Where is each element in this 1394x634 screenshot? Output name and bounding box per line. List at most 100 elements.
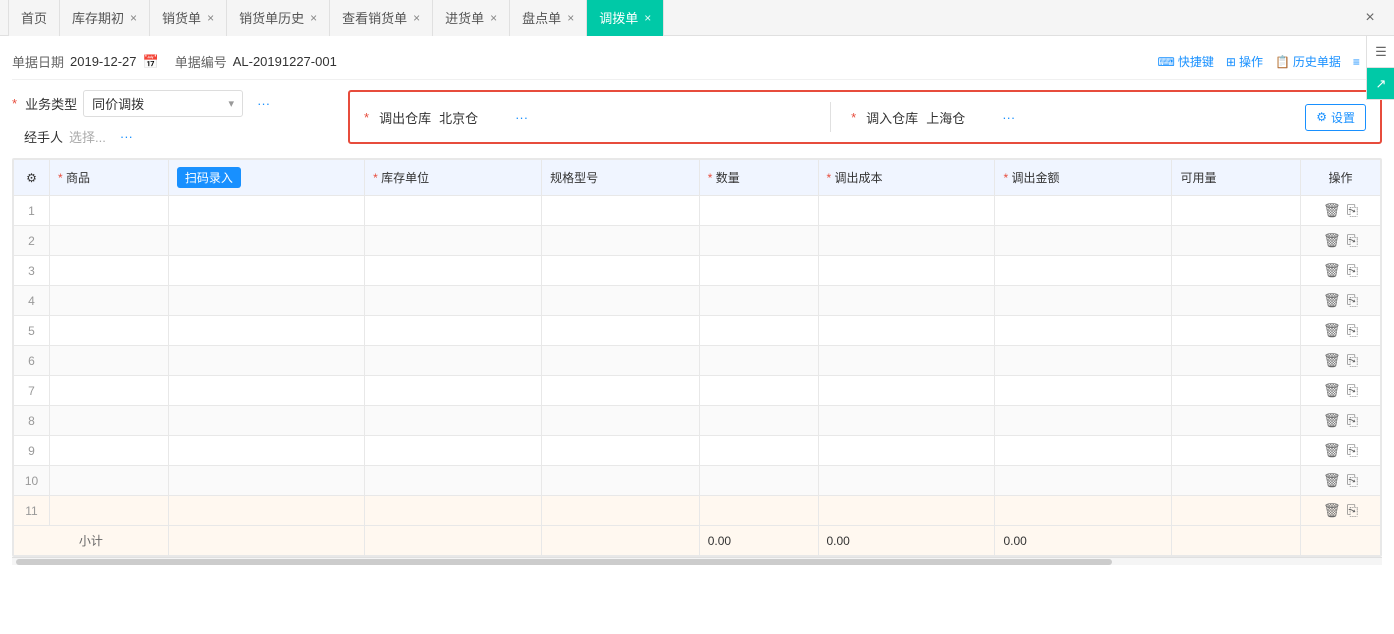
unit-cell[interactable] (365, 226, 542, 256)
spec-cell[interactable] (542, 406, 700, 436)
tab-inventory-init[interactable]: 库存期初 × (60, 0, 150, 36)
unit-cell[interactable] (365, 346, 542, 376)
copy-icon[interactable]: ⎘ (1347, 442, 1358, 459)
tab-sales-history[interactable]: 销货单历史 × (227, 0, 330, 36)
quantity-cell[interactable] (699, 256, 818, 286)
copy-icon[interactable]: ⎘ (1347, 502, 1358, 519)
unit-cell[interactable] (365, 436, 542, 466)
amount-cell[interactable] (995, 466, 1172, 496)
business-type-select[interactable]: 同价调拨 ▾ (83, 90, 243, 117)
business-type-more[interactable]: ··· (257, 96, 270, 111)
product-cell[interactable] (50, 346, 169, 376)
product-cell[interactable] (50, 226, 169, 256)
amount-cell[interactable] (995, 256, 1172, 286)
quantity-cell[interactable] (699, 346, 818, 376)
unit-cell[interactable] (365, 406, 542, 436)
quantity-cell[interactable] (699, 316, 818, 346)
spec-cell[interactable] (542, 286, 700, 316)
quantity-cell[interactable] (699, 196, 818, 226)
product-cell[interactable] (50, 196, 169, 226)
product-cell[interactable] (50, 436, 169, 466)
layout-list-button[interactable]: ≡ (1353, 55, 1360, 69)
product-cell[interactable] (50, 286, 169, 316)
col-settings[interactable]: ⚙ (14, 160, 50, 196)
amount-cell[interactable] (995, 226, 1172, 256)
quantity-cell[interactable] (699, 376, 818, 406)
spec-cell[interactable] (542, 376, 700, 406)
delete-icon[interactable]: 🗑 (1323, 232, 1341, 249)
amount-cell-11[interactable] (995, 496, 1172, 526)
copy-icon[interactable]: ⎘ (1347, 472, 1358, 489)
amount-cell[interactable] (995, 286, 1172, 316)
cost-cell[interactable] (818, 196, 995, 226)
quantity-cell[interactable] (699, 406, 818, 436)
product-cell[interactable] (50, 466, 169, 496)
delete-icon[interactable]: 🗑 (1323, 202, 1341, 219)
delete-icon[interactable]: 🗑 (1323, 442, 1341, 459)
panel-export-icon[interactable]: ↗ (1367, 68, 1394, 100)
history-button[interactable]: 📋 历史单据 (1275, 53, 1341, 70)
cost-cell[interactable] (818, 436, 995, 466)
tab-stocktake-close[interactable]: × (567, 11, 574, 25)
delete-icon[interactable]: 🗑 (1323, 292, 1341, 309)
copy-icon[interactable]: ⎘ (1347, 262, 1358, 279)
unit-cell[interactable] (365, 376, 542, 406)
tab-transfer[interactable]: 调拨单 × (587, 0, 664, 36)
cost-cell[interactable] (818, 226, 995, 256)
settings-button[interactable]: ⚙ 设置 (1305, 104, 1366, 131)
delete-icon[interactable]: 🗑 (1323, 352, 1341, 369)
spec-cell[interactable] (542, 196, 700, 226)
cost-cell-11[interactable] (818, 496, 995, 526)
amount-cell[interactable] (995, 436, 1172, 466)
window-close-button[interactable]: × (1354, 2, 1386, 34)
delete-icon[interactable]: 🗑 (1323, 502, 1341, 519)
tab-home[interactable]: 首页 (8, 0, 60, 36)
copy-icon[interactable]: ⎘ (1347, 352, 1358, 369)
tab-view-sales-close[interactable]: × (413, 11, 420, 25)
spec-cell[interactable] (542, 316, 700, 346)
amount-cell[interactable] (995, 376, 1172, 406)
product-cell[interactable] (50, 376, 169, 406)
copy-icon[interactable]: ⎘ (1347, 202, 1358, 219)
product-cell[interactable] (50, 256, 169, 286)
amount-cell[interactable] (995, 316, 1172, 346)
shortcut-button[interactable]: ⌨ 快捷键 (1158, 53, 1214, 70)
tab-inventory-init-close[interactable]: × (130, 11, 137, 25)
spec-cell[interactable] (542, 256, 700, 286)
tab-transfer-close[interactable]: × (644, 11, 651, 25)
tab-sales-order[interactable]: 销货单 × (150, 0, 227, 36)
tab-view-sales[interactable]: 查看销货单 × (330, 0, 433, 36)
amount-cell[interactable] (995, 406, 1172, 436)
cost-cell[interactable] (818, 256, 995, 286)
tab-sales-history-close[interactable]: × (310, 11, 317, 25)
delete-icon[interactable]: 🗑 (1323, 382, 1341, 399)
quantity-cell[interactable] (699, 226, 818, 256)
calendar-icon[interactable]: 📅 (143, 54, 159, 70)
tab-purchase[interactable]: 进货单 × (433, 0, 510, 36)
operation-button[interactable]: ⊞ 操作 (1226, 53, 1263, 70)
spec-cell[interactable] (542, 466, 700, 496)
tab-stocktake[interactable]: 盘点单 × (510, 0, 587, 36)
copy-icon[interactable]: ⎘ (1347, 232, 1358, 249)
delete-icon[interactable]: 🗑 (1323, 262, 1341, 279)
cost-cell[interactable] (818, 286, 995, 316)
panel-list-icon[interactable]: ☰ (1367, 36, 1394, 68)
quantity-cell[interactable] (699, 466, 818, 496)
cost-cell[interactable] (818, 376, 995, 406)
copy-icon[interactable]: ⎘ (1347, 322, 1358, 339)
unit-cell[interactable] (365, 466, 542, 496)
tab-purchase-close[interactable]: × (490, 11, 497, 25)
warehouse-out-more[interactable]: ··· (515, 110, 528, 125)
scan-button[interactable]: 扫码录入 (177, 167, 241, 188)
unit-cell[interactable] (365, 286, 542, 316)
cost-cell[interactable] (818, 346, 995, 376)
quantity-cell[interactable] (699, 436, 818, 466)
scrollbar[interactable] (12, 557, 1382, 565)
quantity-cell-11[interactable] (699, 496, 818, 526)
quantity-cell[interactable] (699, 286, 818, 316)
product-cell-11[interactable] (50, 496, 169, 526)
product-cell[interactable] (50, 406, 169, 436)
cost-cell[interactable] (818, 406, 995, 436)
delete-icon[interactable]: 🗑 (1323, 412, 1341, 429)
warehouse-in-more[interactable]: ··· (1002, 110, 1015, 125)
